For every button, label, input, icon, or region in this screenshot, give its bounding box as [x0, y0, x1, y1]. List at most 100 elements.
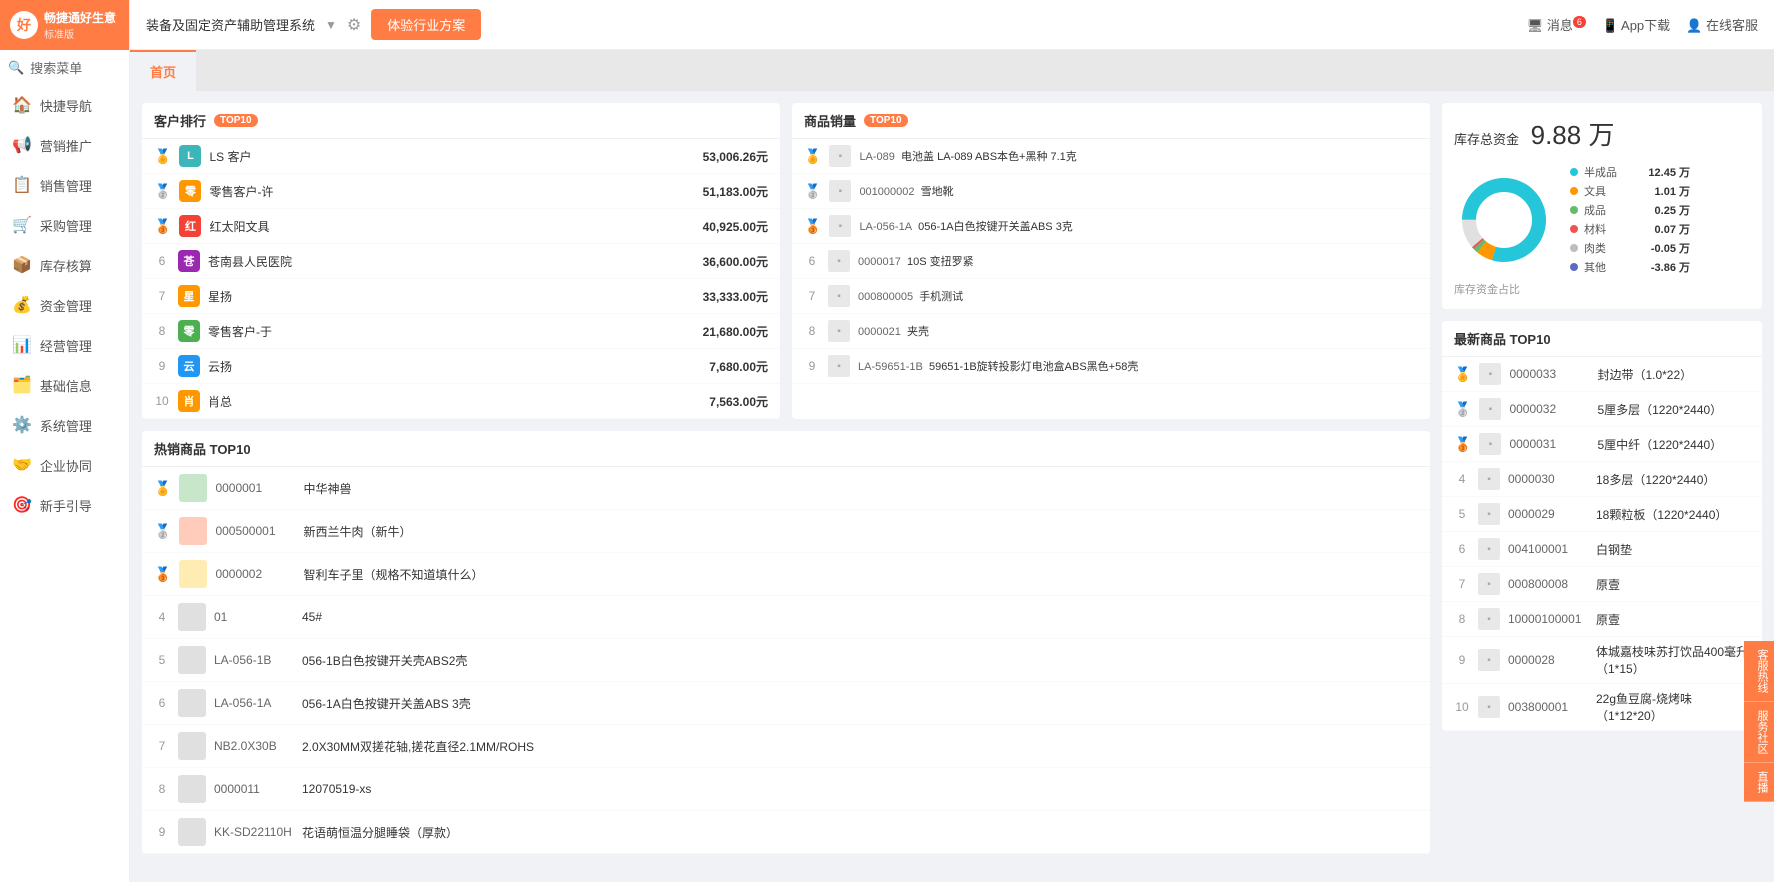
product-code: 0000028 [1508, 653, 1588, 667]
sidebar-label-guide: 新手引导 [40, 496, 92, 515]
product-code: NB2.0X30B [214, 739, 294, 753]
legend-value: 1.01 万 [1655, 183, 1690, 199]
legend-color-dot [1570, 225, 1578, 233]
customer-ranking-header: 客户排行 TOP10 [142, 103, 780, 139]
product-name: 2.0X30MM双搓花轴,搓花直径2.1MM/ROHS [302, 738, 1418, 755]
rank-number: 10 [154, 394, 170, 408]
sidebar-item-basic[interactable]: 🗂️ 基础信息 [0, 365, 129, 405]
table-row: 6 苍 苍南县人民医院 36,600.00元 [142, 244, 780, 279]
logo-area: 好 畅捷通好生意 标准版 [0, 0, 129, 50]
table-row: 8 零 零售客户-于 21,680.00元 [142, 314, 780, 349]
product-thumbnail [179, 517, 207, 545]
medal-icon: 🥈 [804, 183, 821, 200]
avatar: 肖 [178, 390, 200, 412]
service-community-button[interactable]: 服务社区 [1744, 702, 1774, 763]
message-badge: 6 [1573, 16, 1586, 28]
sidebar: 好 畅捷通好生意 标准版 🔍 搜索菜单 🏠 快捷导航 📢 营销推广 📋 销售管理… [0, 0, 130, 882]
sidebar-item-operations[interactable]: 📊 经营管理 [0, 325, 129, 365]
sidebar-label-sales: 销售管理 [40, 176, 92, 195]
legend-item: 文具 1.01 万 [1570, 183, 1690, 199]
avatar: 云 [178, 355, 200, 377]
product-code: 0000011 [214, 782, 294, 796]
purchase-icon: 🛒 [12, 215, 32, 235]
sidebar-item-system[interactable]: ⚙️ 系统管理 [0, 405, 129, 445]
hot-products-panel: 热销商品 TOP10 🏅 0000001 中华神兽 🥈 000500001 新西… [142, 431, 1430, 854]
hot-products-header: 热销商品 TOP10 [142, 431, 1430, 467]
product-thumbnail [178, 818, 206, 846]
inventory-panel: 库存总资金 9.88 万 [1442, 103, 1762, 309]
legend-color-dot [1570, 187, 1578, 195]
system-title: 装备及固定资产辅助管理系统 [146, 15, 315, 34]
sidebar-item-purchase[interactable]: 🛒 采购管理 [0, 205, 129, 245]
legend-value: -0.05 万 [1651, 240, 1690, 256]
dropdown-arrow-icon[interactable]: ▼ [325, 18, 337, 32]
tab-home[interactable]: 首页 [130, 50, 196, 91]
basic-icon: 🗂️ [12, 375, 32, 395]
product-thumbnail [178, 646, 206, 674]
sidebar-item-quicknav[interactable]: 🏠 快捷导航 [0, 85, 129, 125]
sidebar-item-guide[interactable]: 🎯 新手引导 [0, 485, 129, 525]
medal-icon: 🥈 [1454, 401, 1471, 418]
product-thumbnail: ▪ [1478, 468, 1500, 490]
live-broadcast-button[interactable]: 直播 [1744, 763, 1774, 802]
online-service-link[interactable]: 👤 在线客服 [1686, 15, 1758, 34]
rank-number: 9 [154, 825, 170, 839]
avatar: 星 [178, 285, 200, 307]
customer-name: 零售客户-许 [209, 183, 694, 200]
customer-service-button[interactable]: 客服热线 [1744, 641, 1774, 702]
search-menu[interactable]: 🔍 搜索菜单 [0, 50, 129, 85]
settings-icon[interactable]: ⚙ [347, 15, 361, 35]
hot-products-title: 热销商品 TOP10 [154, 439, 251, 458]
list-item: 7 NB2.0X30B 2.0X30MM双搓花轴,搓花直径2.1MM/ROHS [142, 725, 1430, 768]
customer-ranking-badge: TOP10 [214, 114, 258, 127]
product-code: 000500001 [215, 524, 295, 538]
product-thumbnail [178, 689, 206, 717]
inventory-caption: 库存资金占比 [1454, 281, 1750, 297]
legend-item: 半成品 12.45 万 [1570, 164, 1690, 180]
sidebar-item-sales[interactable]: 📋 销售管理 [0, 165, 129, 205]
product-code: 000800008 [1508, 577, 1588, 591]
search-label: 搜索菜单 [30, 58, 82, 77]
legend-label: 其他 [1584, 259, 1645, 275]
product-name: 中华神兽 [303, 480, 1418, 497]
table-row: 🥉 红 红太阳文具 40,925.00元 [142, 209, 780, 244]
medal-icon: 🏅 [154, 148, 171, 165]
sidebar-item-inventory[interactable]: 📦 库存核算 [0, 245, 129, 285]
list-item: 6 LA-056-1A 056-1A白色按键开关盖ABS 3壳 [142, 682, 1430, 725]
customer-name: 星扬 [208, 288, 695, 305]
trial-button[interactable]: 体验行业方案 [371, 9, 481, 40]
customer-name: 红太阳文具 [209, 218, 694, 235]
medal-icon: 🥉 [154, 566, 171, 583]
rank-number: 9 [154, 359, 170, 373]
inventory-legend: 半成品 12.45 万 文具 1.01 万 成品 0.25 万 [1570, 164, 1690, 275]
customer-name: 云扬 [208, 358, 701, 375]
product-code: 0000030 [1508, 472, 1588, 486]
list-item: 8 ▪ 10000100001 原壹 [1442, 602, 1762, 637]
product-code: 0000031 [1509, 437, 1589, 451]
product-name: 新西兰牛肉（新牛） [303, 523, 1418, 540]
legend-value: 0.07 万 [1655, 221, 1690, 237]
list-item: 4 ▪ 0000030 18多层（1220*2440） [1442, 462, 1762, 497]
avatar: 零 [179, 180, 201, 202]
legend-color-dot [1570, 206, 1578, 214]
product-ranking-list: 🏅 ▪ LA-089 电池盖 LA-089 ABS本色+黑种 7.1克 🥈 ▪ [792, 139, 1430, 384]
product-thumbnail: ▪ [829, 215, 851, 237]
top-panels: 客户排行 TOP10 🏅 L LS 客户 53,006.26元 🥈 [142, 103, 1430, 419]
sidebar-item-marketing[interactable]: 📢 营销推广 [0, 125, 129, 165]
messages-link[interactable]: 🖥 消息6 [1527, 15, 1586, 34]
list-item: 9 KK-SD22110H 花语萌恒温分腿睡袋（厚款） [142, 811, 1430, 854]
app-download-link[interactable]: 📱 App下载 [1602, 15, 1670, 34]
sidebar-item-finance[interactable]: 💰 资金管理 [0, 285, 129, 325]
legend-label: 成品 [1584, 202, 1649, 218]
product-name: 056-1A白色按键开关盖ABS 3壳 [302, 695, 1418, 712]
medal-icon: 🏅 [804, 148, 821, 165]
medal-icon: 🥈 [154, 523, 171, 540]
guide-icon: 🎯 [12, 495, 32, 515]
system-icon: ⚙️ [12, 415, 32, 435]
product-code: 004100001 [1508, 542, 1588, 556]
sidebar-item-cooperation[interactable]: 🤝 企业协同 [0, 445, 129, 485]
product-name: 18颗粒板（1220*2440） [1596, 506, 1750, 523]
avatar: 红 [179, 215, 201, 237]
new-products-header: 最新商品 TOP10 [1442, 321, 1762, 357]
rank-number: 6 [804, 254, 820, 268]
